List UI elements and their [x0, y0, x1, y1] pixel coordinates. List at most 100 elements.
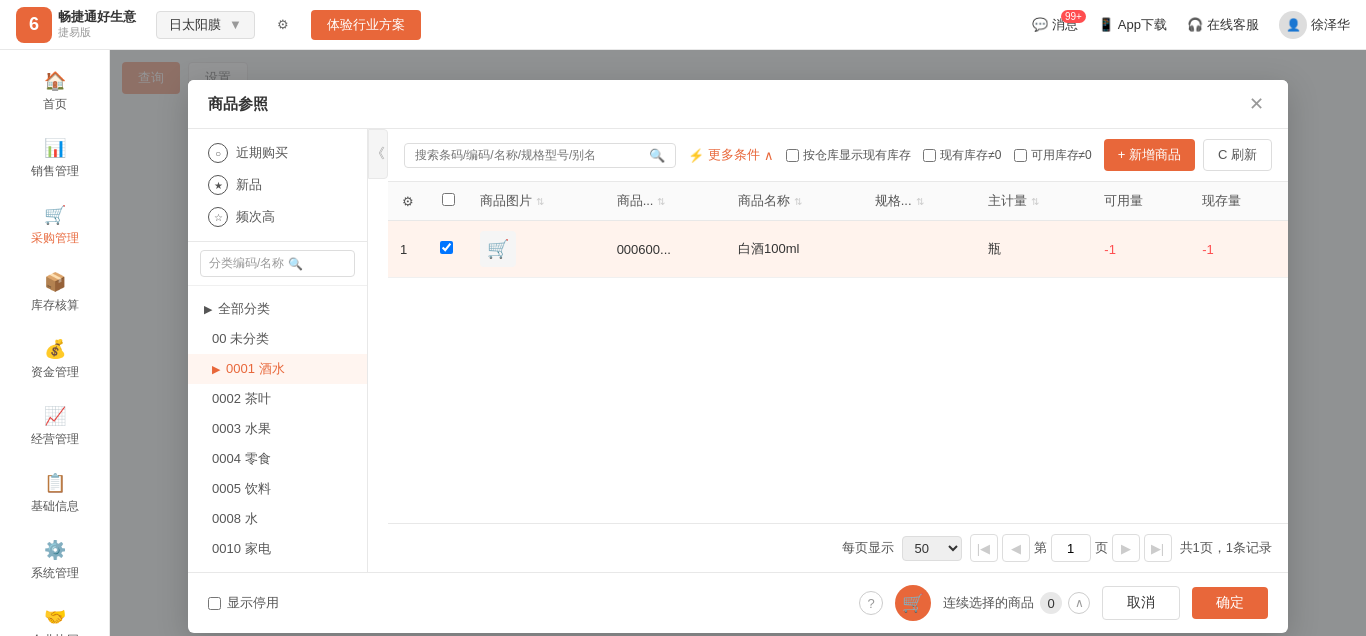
category-panel: ○ 近期购买 ★ 新品 ☆ 频次高 — [188, 129, 368, 572]
content-area: 查询 设置 商品参照 ✕ ○ — [110, 50, 1366, 636]
tree-item-liquor[interactable]: ▶ 0001 酒水 — [188, 354, 367, 384]
cancel-button[interactable]: 取消 — [1102, 586, 1180, 620]
col-code: 商品... ⇅ — [605, 182, 726, 221]
filter-bar: 🔍 ⚡ 更多条件 ∧ 按仓库显示现有库存 — [388, 129, 1288, 182]
row-unit: 瓶 — [976, 221, 1092, 278]
store-selector[interactable]: 日太阳膜 ▼ — [156, 11, 255, 39]
modal-close-button[interactable]: ✕ — [1244, 92, 1268, 116]
purchase-icon: 🛒 — [44, 204, 66, 226]
trial-button[interactable]: 体验行业方案 — [311, 10, 421, 40]
tree-item-drinks[interactable]: 0005 饮料 — [188, 474, 367, 504]
checkbox-nonzero-stock[interactable]: 现有库存≠0 — [923, 147, 1001, 164]
filter-icon: ⚡ — [688, 148, 704, 163]
continuous-select-label: 连续选择的商品 0 ∧ — [943, 592, 1090, 614]
tree-item-water[interactable]: 0008 水 — [188, 504, 367, 534]
row-image: 🛒 — [468, 221, 605, 278]
online-service-nav-item[interactable]: 🎧 在线客服 — [1187, 16, 1259, 34]
tree-item-snacks[interactable]: 0004 零食 — [188, 444, 367, 474]
footer-right: ? 🛒 连续选择的商品 0 ∧ 取消 确定 — [859, 585, 1268, 621]
modal-overlay: 商品参照 ✕ ○ 近期购买 ★ — [110, 50, 1366, 636]
first-page-button[interactable]: |◀ — [970, 534, 998, 562]
new-product-icon: ★ — [208, 175, 228, 195]
sort-icon-name: ⇅ — [794, 196, 802, 207]
more-filter-button[interactable]: ⚡ 更多条件 ∧ — [688, 146, 774, 164]
category-search-input[interactable]: 分类编码/名称 🔍 — [200, 250, 355, 277]
inventory-icon: 📦 — [44, 271, 66, 293]
modal-title: 商品参照 — [208, 95, 268, 114]
tree-item-all[interactable]: ▶ 全部分类 — [188, 294, 367, 324]
app-download-nav-item[interactable]: 📱 App下载 — [1098, 16, 1167, 34]
search-icon: 🔍 — [649, 148, 665, 163]
frequent-icon: ☆ — [208, 207, 228, 227]
cart-button[interactable]: 🛒 — [895, 585, 931, 621]
logo-area: 6 畅捷通好生意 捷易版 — [16, 7, 136, 43]
operations-icon: 📈 — [44, 405, 66, 427]
last-page-button[interactable]: ▶| — [1144, 534, 1172, 562]
settings-icon[interactable]: ⚙ — [267, 9, 299, 41]
sort-icon-unit: ⇅ — [1031, 196, 1039, 207]
sort-icon-code: ⇅ — [657, 196, 665, 207]
selected-count-badge: 0 — [1040, 592, 1062, 614]
next-page-button[interactable]: ▶ — [1112, 534, 1140, 562]
quick-item-new[interactable]: ★ 新品 — [200, 169, 355, 201]
quick-item-frequent[interactable]: ☆ 频次高 — [200, 201, 355, 233]
tree-item-tea[interactable]: 0002 茶叶 — [188, 384, 367, 414]
col-settings: ⚙ — [388, 182, 428, 221]
system-icon: ⚙️ — [44, 539, 66, 561]
table-settings-icon[interactable]: ⚙ — [402, 194, 414, 209]
refresh-button[interactable]: C 刷新 — [1203, 139, 1272, 171]
row-select-checkbox[interactable] — [440, 241, 453, 254]
row-stock: -1 — [1190, 221, 1288, 278]
row-spec — [863, 221, 976, 278]
expand-icon[interactable]: ∧ — [1068, 592, 1090, 614]
prev-page-button[interactable]: ◀ — [1002, 534, 1030, 562]
sidebar-item-basic-info[interactable]: 📋 基础信息 — [6, 462, 103, 525]
recent-purchase-icon: ○ — [208, 143, 228, 163]
page-size-select[interactable]: 10 20 50 100 — [902, 536, 962, 561]
sidebar-item-sales[interactable]: 📊 销售管理 — [6, 127, 103, 190]
message-icon: 💬 — [1032, 17, 1048, 32]
basic-info-icon: 📋 — [44, 472, 66, 494]
category-search-icon: 🔍 — [288, 257, 303, 271]
row-checkbox — [428, 221, 468, 278]
sidebar-item-purchase[interactable]: 🛒 采购管理 — [6, 194, 103, 257]
sales-icon: 📊 — [44, 137, 66, 159]
new-product-button[interactable]: + 新增商品 — [1104, 139, 1195, 171]
sidebar-item-home[interactable]: 🏠 首页 — [6, 60, 103, 123]
help-icon[interactable]: ? — [859, 591, 883, 615]
table-row[interactable]: 1 🛒 — [388, 221, 1288, 278]
phone-icon: 📱 — [1098, 17, 1114, 32]
sidebar-item-inventory[interactable]: 📦 库存核算 — [6, 261, 103, 324]
checkbox-available-stock[interactable]: 可用库存≠0 — [1014, 147, 1092, 164]
category-quick-access: ○ 近期购买 ★ 新品 ☆ 频次高 — [188, 129, 367, 242]
row-code: 000600... — [605, 221, 726, 278]
product-search-box[interactable]: 🔍 — [404, 143, 676, 168]
show-disabled-checkbox[interactable]: 显示停用 — [208, 594, 279, 612]
sidebar-item-system[interactable]: ⚙️ 系统管理 — [6, 529, 103, 592]
messages-nav-item[interactable]: 💬 消息 99+ — [1032, 16, 1078, 34]
tree-item-fruit[interactable]: 0003 水果 — [188, 414, 367, 444]
checkbox-warehouse-stock[interactable]: 按仓库显示现有库存 — [786, 147, 911, 164]
filter-action-buttons: + 新增商品 C 刷新 — [1104, 139, 1272, 171]
tree-arrow-all: ▶ — [204, 303, 212, 316]
quick-item-recent[interactable]: ○ 近期购买 — [200, 137, 355, 169]
confirm-button[interactable]: 确定 — [1192, 587, 1268, 619]
top-navigation: 6 畅捷通好生意 捷易版 日太阳膜 ▼ ⚙ 体验行业方案 💬 消息 99+ 📱 … — [0, 0, 1366, 50]
logo-icon: 6 — [16, 7, 52, 43]
sidebar-item-operations[interactable]: 📈 经营管理 — [6, 395, 103, 458]
panel-collapse-button[interactable]: 《 — [368, 129, 388, 179]
col-image: 商品图片 ⇅ — [468, 182, 605, 221]
product-search-input[interactable] — [415, 148, 643, 162]
main-layout: 🏠 首页 📊 销售管理 🛒 采购管理 📦 库存核算 💰 资金管理 📈 经营管理 … — [0, 50, 1366, 636]
select-all-checkbox[interactable] — [442, 193, 455, 206]
sidebar-item-enterprise[interactable]: 🤝 企业协同 — [6, 596, 103, 636]
tree-item-uncategorized[interactable]: 00 未分类 — [188, 324, 367, 354]
product-table: ⚙ 商品图片 ⇅ — [388, 182, 1288, 278]
modal-footer: 显示停用 ? 🛒 连续选择的商品 0 ∧ 取消 确定 — [188, 572, 1288, 633]
user-profile-nav-item[interactable]: 👤 徐泽华 — [1279, 11, 1350, 39]
tree-item-appliances[interactable]: 0010 家电 — [188, 534, 367, 564]
sidebar-item-finance[interactable]: 💰 资金管理 — [6, 328, 103, 391]
sort-icon-spec: ⇅ — [916, 196, 924, 207]
row-available: -1 — [1092, 221, 1190, 278]
page-number-input[interactable] — [1051, 534, 1091, 562]
